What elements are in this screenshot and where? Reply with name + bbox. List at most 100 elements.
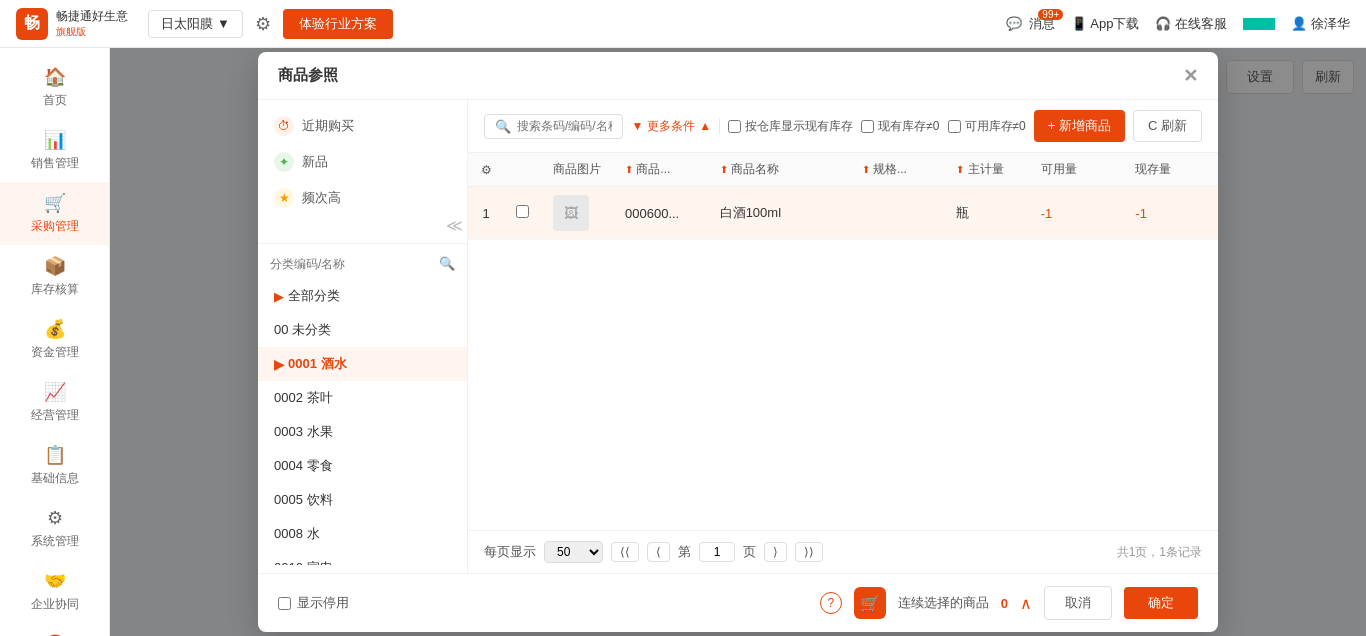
row-checkbox[interactable] (516, 205, 529, 218)
per-page-select[interactable]: 50 100 200 (544, 541, 603, 563)
checkbox-by-warehouse-input[interactable] (728, 120, 741, 133)
sidebar-item-home[interactable]: 🏠 首页 (0, 56, 109, 119)
filter-separator (719, 118, 720, 134)
th-unit[interactable]: ⬆ 主计量 (944, 153, 1028, 187)
product-search-input[interactable] (517, 119, 612, 133)
first-page-btn[interactable]: ⟨⟨ (611, 542, 639, 562)
nav-select[interactable]: 日太阳膜 ▼ (148, 10, 243, 38)
sidebar-item-basic[interactable]: 📋 基础信息 (0, 434, 109, 497)
app-download-btn[interactable]: 📱 App下载 (1071, 15, 1139, 33)
sidebar: 🏠 首页 📊 销售管理 🛒 采购管理 📦 库存核算 💰 资金管理 📈 经营管理 … (0, 48, 110, 636)
user-area[interactable]: 👤 徐泽华 (1291, 15, 1350, 33)
sidebar-label-collab: 企业协同 (31, 596, 79, 613)
last-page-btn[interactable]: ⟩⟩ (795, 542, 823, 562)
sidebar-label-sales: 销售管理 (31, 155, 79, 172)
prev-page-btn[interactable]: ⟨ (647, 542, 670, 562)
messages-btn[interactable]: 💬 99+ 消息 (1006, 15, 1056, 33)
purchase-icon: 🛒 (44, 192, 66, 214)
collapse-left-btn[interactable]: ≪ (258, 216, 467, 235)
left-nav-freq[interactable]: ★ 频次高 (258, 180, 467, 216)
category-item-1[interactable]: ▶ 0001 酒水 (258, 347, 467, 381)
th-avail: 可用量 (1029, 153, 1124, 187)
modal-close-btn[interactable]: ✕ (1183, 67, 1198, 85)
show-disabled-label: 显示停用 (297, 594, 349, 612)
checkbox-avail-nonzero[interactable]: 可用库存≠0 (948, 118, 1026, 135)
collapse-up-icon[interactable]: ∧ (1020, 594, 1032, 613)
experience-btn[interactable]: 体验行业方案 (283, 9, 393, 39)
top-nav: 畅 畅捷通好生意 旗舰版 日太阳膜 ▼ ⚙ 体验行业方案 💬 99+ 消息 📱 … (0, 0, 1366, 48)
freq-icon: ★ (274, 188, 294, 208)
new-icon: ✦ (274, 152, 294, 172)
cart-count: 0 (1001, 596, 1008, 611)
cell-code: 000600... (613, 187, 708, 240)
cart-text: 连续选择的商品 (898, 594, 989, 612)
pagination: 每页显示 50 100 200 ⟨⟨ ⟨ 第 页 ⟩ (468, 530, 1218, 573)
add-product-btn[interactable]: + 新增商品 (1034, 110, 1125, 142)
cancel-btn[interactable]: 取消 (1044, 586, 1112, 620)
sidebar-item-operations[interactable]: 📈 经营管理 (0, 371, 109, 434)
page-input[interactable] (699, 542, 735, 562)
sidebar-item-sales[interactable]: 📊 销售管理 (0, 119, 109, 182)
product-thumbnail: 🖼 (553, 195, 589, 231)
layout: 🏠 首页 📊 销售管理 🛒 采购管理 📦 库存核算 💰 资金管理 📈 经营管理 … (0, 48, 1366, 636)
category-item-5[interactable]: 0005 饮料 (258, 483, 467, 517)
sidebar-item-finance[interactable]: 💰 资金管理 (0, 308, 109, 371)
category-label-3: 0003 水果 (274, 423, 333, 441)
sidebar-item-system[interactable]: ⚙ 系统管理 (0, 497, 109, 560)
page-info: 共1页，1条记录 (1117, 544, 1202, 561)
category-search-icon[interactable]: 🔍 (439, 256, 455, 271)
category-item-3[interactable]: 0003 水果 (258, 415, 467, 449)
sidebar-item-guide[interactable]: 🎯 新手引导 (0, 623, 109, 636)
category-item-4[interactable]: 0004 零食 (258, 449, 467, 483)
gear-icon[interactable]: ⚙ (255, 13, 271, 35)
checkbox-stock-nonzero-input[interactable] (861, 120, 874, 133)
arrow-icon-1: ▶ (274, 357, 284, 372)
user-icon: 👤 (1291, 16, 1307, 31)
th-spec[interactable]: ⬆ 规格... (850, 153, 945, 187)
product-table: ⚙ 商品图片 ⬆ 商品... ⬆ (468, 153, 1218, 240)
show-disabled-checkbox[interactable]: 显示停用 (278, 594, 349, 612)
category-item-6[interactable]: 0008 水 (258, 517, 467, 551)
left-nav-recent[interactable]: ⏱ 近期购买 (258, 108, 467, 144)
category-item-2[interactable]: 0002 茶叶 (258, 381, 467, 415)
confirm-btn[interactable]: 确定 (1124, 587, 1198, 619)
online-service-btn[interactable]: 🎧 在线客服 (1155, 15, 1227, 33)
cart-icon[interactable]: 🛒 (854, 587, 886, 619)
filter-btn[interactable]: ▼ 更多条件 ▲ (631, 118, 711, 135)
sidebar-item-inventory[interactable]: 📦 库存核算 (0, 245, 109, 308)
sidebar-item-collab[interactable]: 🤝 企业协同 (0, 560, 109, 623)
category-label-all: 全部分类 (288, 287, 340, 305)
left-nav-new[interactable]: ✦ 新品 (258, 144, 467, 180)
th-code[interactable]: ⬆ 商品... (613, 153, 708, 187)
cell-check[interactable] (504, 187, 541, 240)
category-item-0[interactable]: 00 未分类 (258, 313, 467, 347)
th-img: 商品图片 (541, 153, 613, 187)
cell-spec (850, 187, 945, 240)
table-row[interactable]: 1 🖼 (468, 187, 1218, 240)
category-search: 🔍 (258, 252, 467, 275)
th-check (504, 153, 541, 187)
sidebar-item-purchase[interactable]: 🛒 采购管理 (0, 182, 109, 245)
help-icon[interactable]: ? (820, 592, 842, 614)
checkbox-avail-nonzero-input[interactable] (948, 120, 961, 133)
headset-icon: 🎧 (1155, 16, 1171, 31)
category-list: ▶ 全部分类 00 未分类 ▶ 0001 酒水 0002 茶 (258, 275, 467, 565)
sort-icon-name: ⬆ (720, 164, 728, 175)
checkbox-by-warehouse[interactable]: 按仓库显示现有库存 (728, 118, 853, 135)
next-page-btn[interactable]: ⟩ (764, 542, 787, 562)
category-item-7[interactable]: 0010 家电 (258, 551, 467, 565)
sales-icon: 📊 (44, 129, 66, 151)
category-label-1: 0001 酒水 (288, 355, 347, 373)
modal-footer: 显示停用 ? 🛒 连续选择的商品 0 ∧ 取消 确定 (258, 573, 1218, 632)
category-search-input[interactable] (270, 257, 433, 271)
cell-stock: -1 (1123, 187, 1218, 240)
category-item-all[interactable]: ▶ 全部分类 (258, 279, 467, 313)
checkbox-stock-nonzero[interactable]: 现有库存≠0 (861, 118, 939, 135)
th-name[interactable]: ⬆ 商品名称 (708, 153, 850, 187)
th-settings[interactable]: ⚙ (468, 153, 504, 187)
recent-icon: ⏱ (274, 116, 294, 136)
operations-icon: 📈 (44, 381, 66, 403)
image-placeholder-icon: 🖼 (564, 205, 578, 221)
refresh-btn[interactable]: C 刷新 (1133, 110, 1202, 142)
show-disabled-input[interactable] (278, 597, 291, 610)
